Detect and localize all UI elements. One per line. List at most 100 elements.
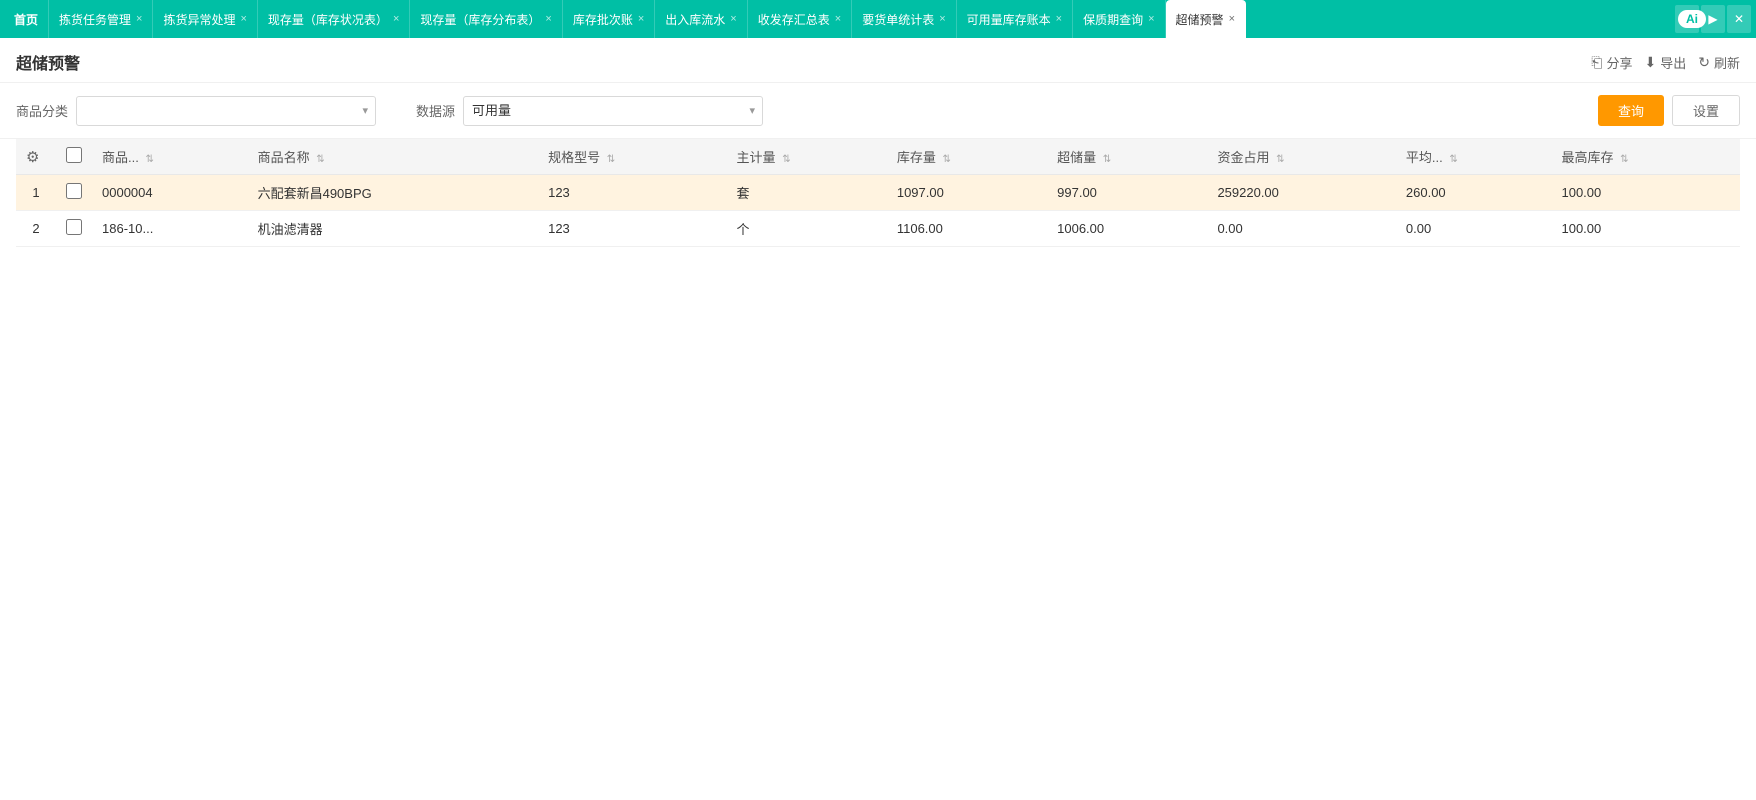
sort-icon: ⇅ (1620, 154, 1628, 165)
cell-unit: 套 (727, 175, 887, 211)
col-gear[interactable]: ⚙ (16, 139, 56, 175)
tab-close-icon[interactable]: × (835, 13, 841, 25)
data-table: ⚙ 商品... ⇅ 商品名称 ⇅ 规格型号 ⇅ (16, 139, 1740, 247)
col-header-label: 最高库存 (1561, 150, 1613, 165)
col-max-stock[interactable]: 最高库存 ⇅ (1551, 139, 1740, 175)
cell-product-code: 0000004 (92, 175, 248, 211)
row-checkbox[interactable] (66, 219, 82, 235)
cell-spec: 123 (538, 211, 726, 247)
tab-close-icon[interactable]: × (1229, 13, 1235, 25)
nav-tab-inventory-batch[interactable]: 库存批次账 × (563, 0, 655, 38)
tab-close-icon[interactable]: × (638, 13, 644, 25)
select-all-checkbox[interactable] (66, 147, 82, 163)
col-capital-use[interactable]: 资金占用 ⇅ (1207, 139, 1395, 175)
cell-max-stock: 100.00 (1551, 211, 1740, 247)
tab-label: 超储预警 (1176, 11, 1224, 28)
cell-capital-use: 259220.00 (1207, 175, 1395, 211)
sort-icon: ⇅ (1276, 154, 1284, 165)
tab-close-icon[interactable]: × (240, 13, 246, 25)
nav-close-all-button[interactable]: ✕ (1727, 5, 1751, 33)
row-index: 2 (16, 211, 56, 247)
cell-stock: 1106.00 (887, 211, 1047, 247)
col-header-label: 商品名称 (258, 150, 310, 165)
sort-icon: ⇅ (145, 154, 153, 165)
tab-label: 要货单统计表 (862, 11, 934, 28)
sort-icon: ⇅ (1103, 154, 1111, 165)
filter-area: 商品分类 ▾ 数据源 可用量 ▾ 查询 设置 (0, 83, 1756, 139)
row-checkbox-cell (56, 211, 92, 247)
share-label: 分享 (1606, 53, 1632, 72)
datasource-select[interactable]: 可用量 (463, 96, 763, 126)
nav-tab-inventory-status[interactable]: 现存量（库存状况表） × (258, 0, 410, 38)
sort-icon: ⇅ (607, 154, 615, 165)
cell-avg: 0.00 (1396, 211, 1552, 247)
share-button[interactable]: ⎗ 分享 (1591, 53, 1632, 72)
cell-capital-use: 0.00 (1207, 211, 1395, 247)
cell-product-name: 机油滤清器 (248, 211, 539, 247)
col-stock[interactable]: 库存量 ⇅ (887, 139, 1047, 175)
col-unit[interactable]: 主计量 ⇅ (727, 139, 887, 175)
tab-label: 可用量库存账本 (967, 11, 1051, 28)
cell-avg: 260.00 (1396, 175, 1552, 211)
tab-close-icon[interactable]: × (939, 13, 945, 25)
nav-tab-order-stats[interactable]: 要货单统计表 × (852, 0, 956, 38)
export-label: 导出 (1660, 53, 1686, 72)
query-button[interactable]: 查询 (1598, 95, 1664, 126)
col-header-label: 超储量 (1057, 150, 1096, 165)
nav-tab-quality-check[interactable]: 保质期查询 × (1073, 0, 1165, 38)
col-select-all[interactable] (56, 139, 92, 175)
export-icon: ⬇ (1645, 54, 1657, 71)
tab-label: 拣货异常处理 (163, 11, 235, 28)
row-checkbox[interactable] (66, 183, 82, 199)
tab-label: 收发存汇总表 (758, 11, 830, 28)
refresh-icon: ↻ (1698, 54, 1710, 71)
nav-tab-abnormal[interactable]: 拣货异常处理 × (153, 0, 257, 38)
col-header-label: 规格型号 (548, 150, 600, 165)
page-content: 超储预警 ⎗ 分享 ⬇ 导出 ↻ 刷新 商品分类 ▾ (0, 38, 1756, 800)
tab-label: 库存批次账 (573, 11, 633, 28)
tab-label: 保质期查询 (1083, 11, 1143, 28)
col-header-label: 资金占用 (1217, 150, 1269, 165)
refresh-button[interactable]: ↻ 刷新 (1698, 53, 1740, 72)
tab-close-icon[interactable]: × (1056, 13, 1062, 25)
top-nav: 首页 拣货任务管理 × 拣货异常处理 × 现存量（库存状况表） × 现存量（库存… (0, 0, 1756, 38)
nav-tab-overstock-warning[interactable]: 超储预警 × (1166, 0, 1246, 38)
tab-close-icon[interactable]: × (545, 13, 551, 25)
cell-product-name: 六配套新昌490BPG (248, 175, 539, 211)
nav-tab-inventory-dist[interactable]: 现存量（库存分布表） × (410, 0, 562, 38)
tab-close-icon[interactable]: × (730, 13, 736, 25)
cell-stock: 1097.00 (887, 175, 1047, 211)
col-spec[interactable]: 规格型号 ⇅ (538, 139, 726, 175)
ai-badge: Ai (1678, 10, 1706, 28)
tab-label: 现存量（库存分布表） (420, 11, 540, 28)
category-select[interactable] (76, 96, 376, 126)
col-header-label: 商品... (102, 150, 139, 165)
col-product-name[interactable]: 商品名称 ⇅ (248, 139, 539, 175)
col-overstock[interactable]: 超储量 ⇅ (1047, 139, 1207, 175)
tab-close-icon[interactable]: × (393, 13, 399, 25)
nav-tab-task-mgmt[interactable]: 拣货任务管理 × (49, 0, 153, 38)
col-header-label: 主计量 (737, 150, 776, 165)
col-product-code[interactable]: 商品... ⇅ (92, 139, 248, 175)
datasource-select-wrapper: 可用量 ▾ (463, 96, 763, 126)
tab-close-icon[interactable]: × (136, 13, 142, 25)
sort-icon: ⇅ (316, 154, 324, 165)
refresh-label: 刷新 (1714, 53, 1740, 72)
row-index: 1 (16, 175, 56, 211)
page-title: 超储预警 (16, 50, 80, 74)
nav-tab-collect-total[interactable]: 收发存汇总表 × (748, 0, 852, 38)
table-header-row: ⚙ 商品... ⇅ 商品名称 ⇅ 规格型号 ⇅ (16, 139, 1740, 175)
nav-tab-available-account[interactable]: 可用量库存账本 × (957, 0, 1073, 38)
cell-overstock: 1006.00 (1047, 211, 1207, 247)
export-button[interactable]: ⬇ 导出 (1645, 53, 1687, 72)
nav-tab-home[interactable]: 首页 (4, 0, 49, 38)
cell-product-code: 186-10... (92, 211, 248, 247)
tab-label: 拣货任务管理 (59, 11, 131, 28)
nav-tab-inout-flow[interactable]: 出入库流水 × (655, 0, 747, 38)
col-header-label: 库存量 (897, 150, 936, 165)
settings-button[interactable]: 设置 (1672, 95, 1740, 126)
topbar-right: Ai (1678, 0, 1706, 38)
tab-close-icon[interactable]: × (1148, 13, 1154, 25)
gear-icon[interactable]: ⚙ (26, 149, 39, 166)
col-avg[interactable]: 平均... ⇅ (1396, 139, 1552, 175)
